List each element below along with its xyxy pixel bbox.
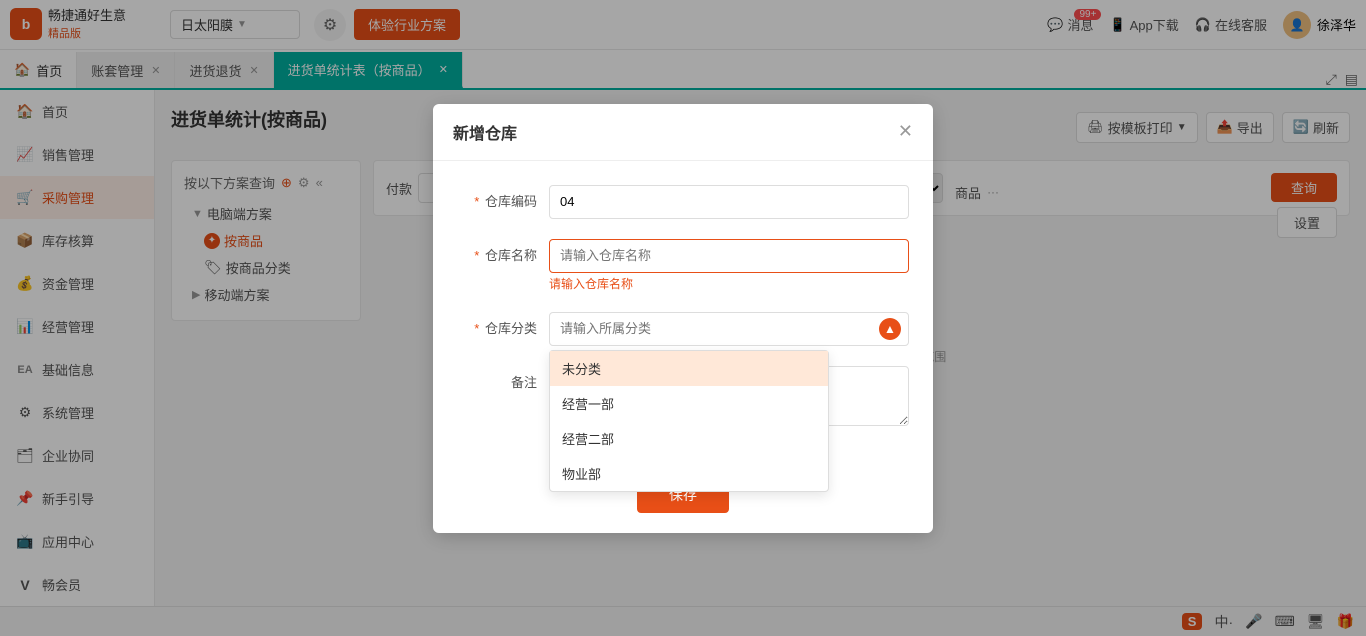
name-field: 请输入仓库名称 <box>549 239 909 292</box>
dropdown-item-dept1[interactable]: 经营一部 <box>550 386 828 421</box>
new-warehouse-dialog: 新增仓库 ✕ * 仓库编码 * 仓库名称 <box>433 104 933 533</box>
warehouse-classify-row: * 仓库分类 ▲ 未分类 经营一部 经营二部 物业部 <box>457 312 909 346</box>
warehouse-code-row: * 仓库编码 <box>457 185 909 219</box>
name-input[interactable] <box>549 239 909 273</box>
name-label: * 仓库名称 <box>457 239 537 264</box>
classify-input[interactable] <box>549 312 909 346</box>
name-error-msg: 请输入仓库名称 <box>549 275 909 292</box>
dialog-title: 新增仓库 <box>453 120 517 144</box>
dialog-close-button[interactable]: ✕ <box>898 121 913 142</box>
code-field <box>549 185 909 219</box>
classify-dropdown: 未分类 经营一部 经营二部 物业部 <box>549 350 829 492</box>
classify-toggle-button[interactable]: ▲ <box>879 318 901 340</box>
classify-label: * 仓库分类 <box>457 312 537 337</box>
dialog-overlay: 新增仓库 ✕ * 仓库编码 * 仓库名称 <box>0 0 1366 636</box>
classify-field: ▲ 未分类 经营一部 经营二部 物业部 <box>549 312 909 346</box>
dropdown-item-dept2[interactable]: 经营二部 <box>550 421 828 456</box>
code-label: * 仓库编码 <box>457 185 537 210</box>
dialog-body: * 仓库编码 * 仓库名称 请输入仓库名称 <box>433 161 933 465</box>
warehouse-name-row: * 仓库名称 请输入仓库名称 <box>457 239 909 292</box>
dropdown-item-dept3[interactable]: 物业部 <box>550 456 828 491</box>
code-input[interactable] <box>549 185 909 219</box>
dropdown-item-unclassified[interactable]: 未分类 <box>550 351 828 386</box>
note-label: 备注 <box>457 366 537 391</box>
dialog-header: 新增仓库 ✕ <box>433 104 933 161</box>
